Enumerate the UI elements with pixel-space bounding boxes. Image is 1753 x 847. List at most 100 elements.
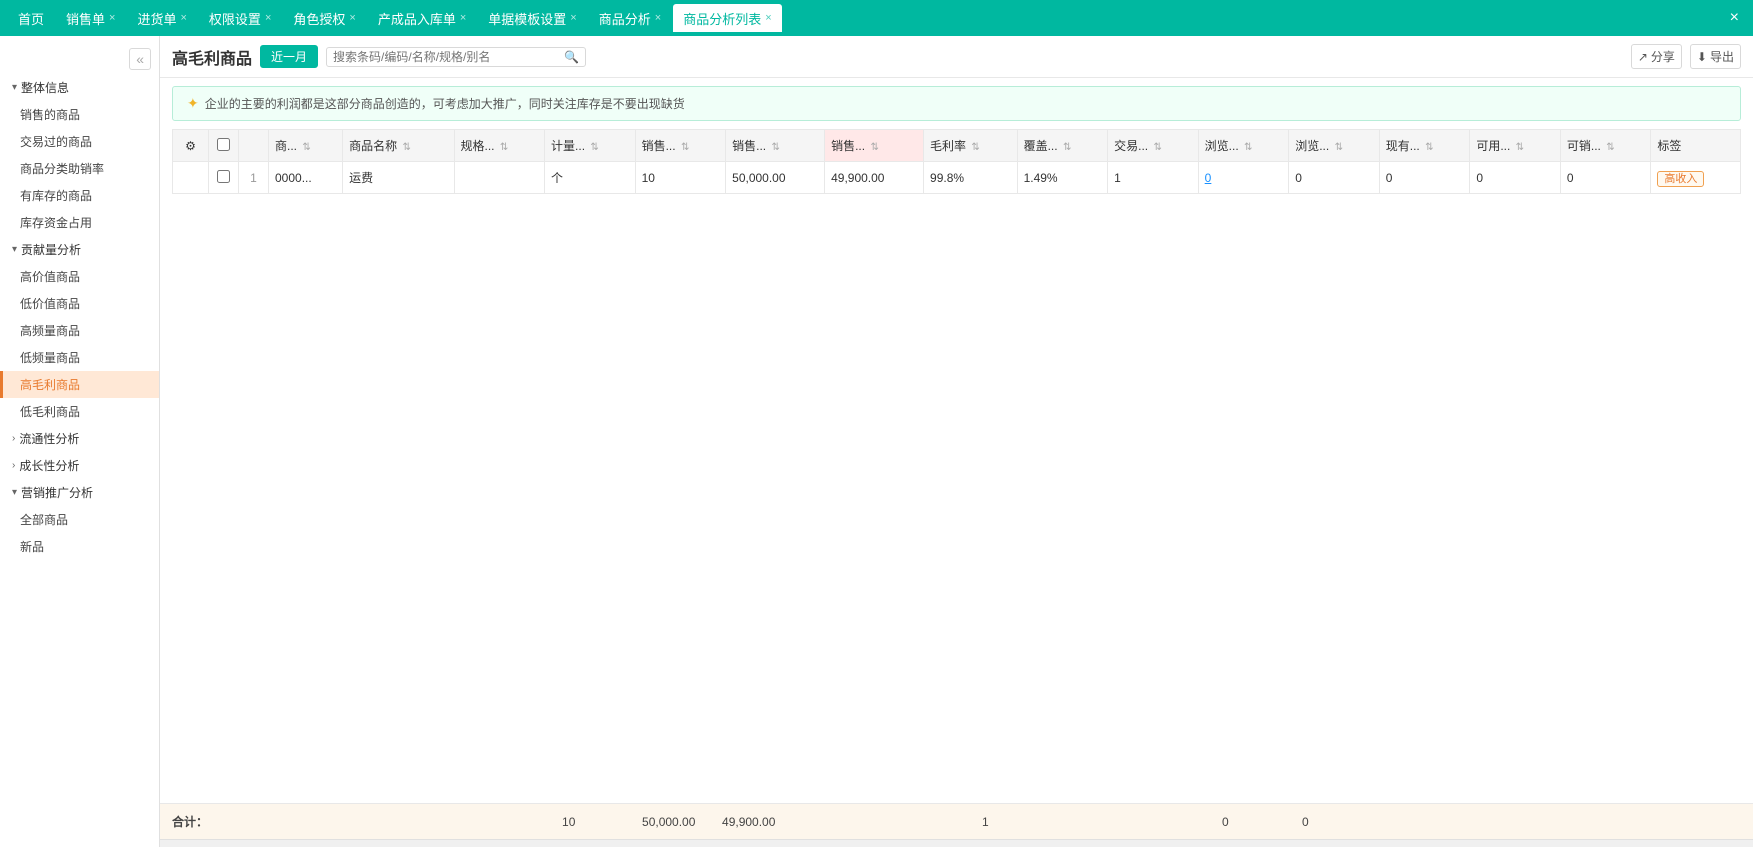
footer-spacer [796,815,976,829]
sidebar-group-growth[interactable]: › 成长性分析 [0,452,159,479]
sidebar-item-low-value[interactable]: 低价值商品 [0,290,159,317]
tab-purchase-label: 进货单 [137,9,176,28]
sidebar-item-low-freq[interactable]: 低频量商品 [0,344,159,371]
share-button[interactable]: ↗ 分享 [1631,44,1682,69]
tab-template[interactable]: 单据模板设置 × [478,4,586,32]
tab-analysis[interactable]: 商品分析 × [589,4,671,32]
sidebar-group-overall[interactable]: ▾ 整体信息 [0,74,159,101]
sidebar-item-high-freq[interactable]: 高频量商品 [0,317,159,344]
footer-spacer2 [1056,815,1216,829]
data-table: ⚙ 商... ⇅ 商品名称 ⇅ [172,129,1741,194]
cell-saleable: 0 [1560,162,1651,194]
sidebar-item-stock-capital[interactable]: 库存资金占用 [0,209,159,236]
search-input[interactable] [333,50,564,64]
cell-current-stock: 0 [1379,162,1470,194]
col-settings[interactable]: ⚙ [173,130,209,162]
col-checkbox [209,130,239,162]
export-button[interactable]: ⬇ 导出 [1690,44,1741,69]
sort-icon: ⇅ [1335,142,1343,153]
sidebar-item-high-value[interactable]: 高价值商品 [0,263,159,290]
col-rownum [239,130,269,162]
tab-analysis-close[interactable]: × [655,12,661,24]
tab-product-entry[interactable]: 产成品入库单 × [368,4,476,32]
col-trade-count[interactable]: 交易... ⇅ [1108,130,1199,162]
tab-permissions[interactable]: 权限设置 × [199,4,281,32]
sidebar-item-high-margin[interactable]: 高毛利商品 [0,371,159,398]
tab-roles-label: 角色授权 [293,9,345,28]
col-coverage[interactable]: 覆盖... ⇅ [1017,130,1108,162]
cell-sales-amount: 50,000.00 [726,162,825,194]
sidebar-item-goods-assist[interactable]: 商品分类助销率 [0,155,159,182]
sidebar-collapse-button[interactable]: « [129,48,151,70]
tab-permissions-close[interactable]: × [265,12,271,24]
window-close-button[interactable]: × [1724,9,1745,27]
tab-sales-label: 销售单 [66,9,105,28]
table-row: 1 0000... 运费 个 [173,162,1741,194]
col-saleable[interactable]: 可销... ⇅ [1560,130,1651,162]
col-available[interactable]: 可用... ⇅ [1470,130,1561,162]
tab-analysis-list-close[interactable]: × [765,12,771,24]
cell-available: 0 [1470,162,1561,194]
tab-roles[interactable]: 角色授权 × [283,4,365,32]
footer-label: 合计： [172,813,216,830]
footer-avail: 0 [1296,815,1376,829]
col-margin-rate[interactable]: 毛利率 ⇅ [924,130,1018,162]
sidebar-item-all-goods[interactable]: 全部商品 [0,506,159,533]
tab-sales[interactable]: 销售单 × [56,4,125,32]
top-navigation: 首页 销售单 × 进货单 × 权限设置 × 角色授权 × 产成品入库单 × 单据… [0,0,1753,36]
sort-icon: ⇅ [1244,142,1252,153]
col-spec[interactable]: 规格... ⇅ [454,130,545,162]
sidebar-group-growth-label: 成长性分析 [19,457,79,474]
col-sales-cost[interactable]: 销售... ⇅ [825,130,924,162]
cell-margin-rate: 99.8% [924,162,1018,194]
tab-roles-close[interactable]: × [349,12,355,24]
tab-home[interactable]: 首页 [8,4,54,32]
row-checkbox[interactable] [217,170,230,183]
tab-purchase[interactable]: 进货单 × [127,4,196,32]
col-browse1[interactable]: 浏览... ⇅ [1198,130,1289,162]
tab-sales-close[interactable]: × [109,12,115,24]
select-all-checkbox[interactable] [217,138,230,151]
filter-recent-month[interactable]: 近一月 [260,45,318,68]
col-name[interactable]: 商品名称 ⇅ [343,130,454,162]
cell-code: 0000... [269,162,343,194]
col-code[interactable]: 商... ⇅ [269,130,343,162]
sort-icon: ⇅ [1063,142,1071,153]
search-icon[interactable]: 🔍 [564,50,579,64]
cell-name[interactable]: 运费 [343,162,454,194]
tab-purchase-close[interactable]: × [180,12,186,24]
tab-analysis-list-label: 商品分析列表 [683,9,761,28]
cell-sales-qty: 10 [635,162,726,194]
cell-spec [454,162,545,194]
sidebar-item-traded-goods[interactable]: 交易过的商品 [0,128,159,155]
sidebar-group-wealth[interactable]: ▾ 贡献量分析 [0,236,159,263]
tab-template-close[interactable]: × [570,12,576,24]
settings-icon[interactable]: ⚙ [185,139,196,153]
overall-arrow-icon: ▾ [12,82,17,93]
horizontal-scrollbar[interactable] [160,839,1753,847]
tab-product-entry-close[interactable]: × [460,12,466,24]
col-current-stock[interactable]: 现有... ⇅ [1379,130,1470,162]
tab-analysis-list[interactable]: 商品分析列表 × [673,4,781,32]
sidebar-group-marketing[interactable]: ▾ 营销推广分析 [0,479,159,506]
sidebar-item-stocked-goods[interactable]: 有库存的商品 [0,182,159,209]
sidebar-group-flow[interactable]: › 流通性分析 [0,425,159,452]
cell-sales-cost: 49,900.00 [825,162,924,194]
col-unit[interactable]: 计量... ⇅ [545,130,636,162]
col-browse2[interactable]: 浏览... ⇅ [1289,130,1380,162]
sort-icon: ⇅ [590,142,598,153]
cell-browse2: 0 [1289,162,1380,194]
info-banner: ✦ 企业的主要的利润都是这部分商品创造的，可考虑加大推广，同时关注库存是不要出现… [172,86,1741,121]
sidebar-item-new-goods[interactable]: 新品 [0,533,159,560]
tab-analysis-label: 商品分析 [599,9,651,28]
sort-icon: ⇅ [1425,142,1433,153]
content-area: 高毛利商品 近一月 🔍 ↗ 分享 ⬇ 导出 ✦ [160,36,1753,847]
sidebar: « ▾ 整体信息 销售的商品 交易过的商品 商品分类助销率 有库存的商品 库存资… [0,36,160,847]
footer-cost: 49,900.00 [716,815,796,829]
col-sales-qty[interactable]: 销售... ⇅ [635,130,726,162]
col-sales-amount[interactable]: 销售... ⇅ [726,130,825,162]
sidebar-item-low-margin[interactable]: 低毛利商品 [0,398,159,425]
sidebar-item-sales-goods[interactable]: 销售的商品 [0,101,159,128]
sort-icon: ⇅ [870,142,878,153]
wealth-arrow-icon: ▾ [12,244,17,255]
